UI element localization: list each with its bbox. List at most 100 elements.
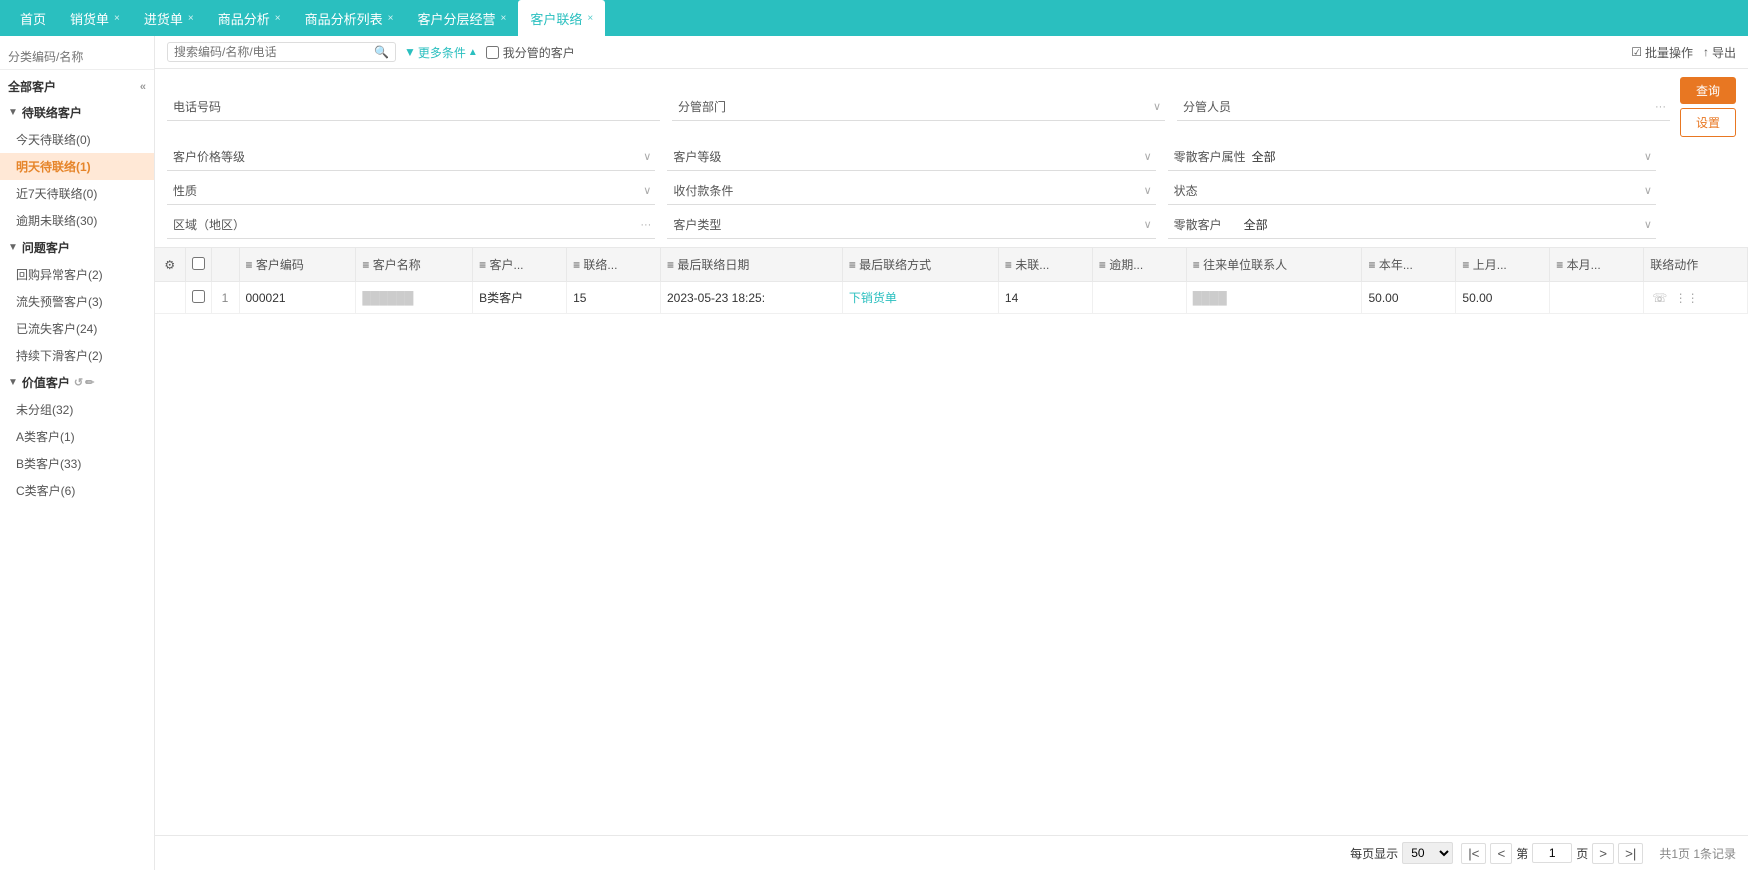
phone-label: 电话号码 <box>173 98 233 115</box>
close-purchase-order-icon[interactable]: × <box>188 13 194 24</box>
sidebar-class-c[interactable]: C类客户(6) <box>0 477 154 504</box>
col-gear[interactable]: ⚙ <box>155 248 185 282</box>
col-last-month[interactable]: ≡ 上月... <box>1456 248 1550 282</box>
col-no-contact[interactable]: ≡ 未联... <box>998 248 1092 282</box>
sidebar-overdue-pending[interactable]: 逾期未联络(30) <box>0 207 154 234</box>
pending-section-label: 待联络客户 <box>22 104 82 121</box>
col-name-sort-icon: ≡ <box>362 258 369 272</box>
sidebar-class-b[interactable]: B类客户(33) <box>0 450 154 477</box>
payment-dropdown-icon: ∨ <box>1144 184 1152 197</box>
value-refresh-icon[interactable]: ↺ <box>74 376 83 389</box>
col-unit-contact[interactable]: ≡ 往来单位联系人 <box>1186 248 1362 282</box>
query-btn[interactable]: 查询 <box>1680 77 1736 104</box>
sidebar-pending-header[interactable]: ▼ 待联络客户 <box>0 99 154 126</box>
export-btn[interactable]: ↑ 导出 <box>1703 44 1736 61</box>
row-last-month: 50.00 <box>1456 282 1550 314</box>
my-customers-checkbox-wrap[interactable]: 我分管的客户 <box>486 44 575 61</box>
first-page-btn[interactable]: |< <box>1461 843 1486 864</box>
more-conditions-btn[interactable]: ▼ 更多条件 ▲ <box>404 44 478 61</box>
price-level-dropdown-icon: ∨ <box>643 150 651 163</box>
sidebar-7days-pending[interactable]: 近7天待联络(0) <box>0 180 154 207</box>
page-suffix-label: 页 <box>1576 845 1588 862</box>
sidebar-churned[interactable]: 已流失客户(24) <box>0 315 154 342</box>
sidebar-declining[interactable]: 持续下滑客户(2) <box>0 342 154 369</box>
nav-home[interactable]: 首页 <box>8 0 58 36</box>
close-product-analysis-list-icon[interactable]: × <box>388 13 394 24</box>
adv-filter-row2: 客户价格等级 ∨ 客户等级 ∨ 零散客户属性 全部 ∨ <box>167 143 1736 171</box>
nav-sales-order[interactable]: 销货单 × <box>58 0 132 36</box>
settings-btn[interactable]: 设置 <box>1680 108 1736 137</box>
person-filter[interactable]: 分管人员 ··· <box>1177 93 1670 121</box>
nav-customer-contact[interactable]: 客户联络 × <box>518 0 605 36</box>
close-customer-contact-icon[interactable]: × <box>587 13 593 24</box>
row-last-contact-method[interactable]: 下销货单 <box>842 282 998 314</box>
sidebar-value-header[interactable]: ▼ 价值客户 ↺ ✏ <box>0 369 154 396</box>
nav-customer-segmentation[interactable]: 客户分层经营 × <box>405 0 518 36</box>
my-customers-checkbox[interactable] <box>486 46 499 59</box>
batch-action-btn[interactable]: ☑ 批量操作 <box>1631 44 1693 61</box>
nav-purchase-order[interactable]: 进货单 × <box>132 0 206 36</box>
per-page-select[interactable]: 50 100 200 <box>1402 842 1453 864</box>
col-overdue[interactable]: ≡ 逾期... <box>1092 248 1186 282</box>
prev-page-btn[interactable]: < <box>1490 843 1512 864</box>
status-filter[interactable]: 状态 ∨ <box>1168 177 1656 205</box>
row-select-checkbox[interactable] <box>192 290 205 303</box>
row-contacts: 15 <box>567 282 661 314</box>
last-page-btn[interactable]: >| <box>1618 843 1643 864</box>
value-edit-icon[interactable]: ✏ <box>85 376 94 389</box>
row-last-contact-date: 2023-05-23 18:25: <box>660 282 842 314</box>
payment-filter[interactable]: 收付款条件 ∨ <box>667 177 1155 205</box>
nav-product-analysis-list[interactable]: 商品分析列表 × <box>293 0 406 36</box>
col-customer-code[interactable]: ≡ 客户编码 <box>239 248 356 282</box>
col-this-month-sort-icon: ≡ <box>1556 258 1563 272</box>
table-area: ⚙ ≡ 客户编码 ≡ 客户名称 <box>155 248 1748 835</box>
person-more-icon[interactable]: ··· <box>1655 101 1666 113</box>
close-customer-segmentation-icon[interactable]: × <box>500 13 506 24</box>
select-all-checkbox[interactable] <box>192 257 205 270</box>
sidebar-search-input[interactable] <box>8 50 155 64</box>
sidebar-churn-warning[interactable]: 流失预警客户(3) <box>0 288 154 315</box>
sidebar-class-a[interactable]: A类客户(1) <box>0 423 154 450</box>
filter-action-btns: 查询 设置 <box>1670 77 1736 137</box>
price-level-filter[interactable]: 客户价格等级 ∨ <box>167 143 655 171</box>
price-level-label: 客户价格等级 <box>173 148 245 165</box>
customer-level-filter[interactable]: 客户等级 ∨ <box>667 143 1155 171</box>
contact-action-icon[interactable]: ☏ <box>1652 291 1667 305</box>
search-submit-icon[interactable]: 🔍 <box>374 45 389 59</box>
retail-attr-filter[interactable]: 零散客户属性 全部 ∨ <box>1168 143 1656 171</box>
sidebar-problem-header[interactable]: ▼ 问题客户 <box>0 234 154 261</box>
col-customer-type[interactable]: ≡ 客户... <box>473 248 567 282</box>
customer-type-filter[interactable]: 客户类型 ∨ <box>667 211 1155 239</box>
close-product-analysis-icon[interactable]: × <box>275 13 281 24</box>
sidebar-abnormal-repurchase[interactable]: 回购异常客户(2) <box>0 261 154 288</box>
row-checkbox[interactable] <box>185 282 211 314</box>
col-no-contact-sort-icon: ≡ <box>1005 258 1012 272</box>
col-this-month[interactable]: ≡ 本月... <box>1550 248 1644 282</box>
sidebar-ungrouped[interactable]: 未分组(32) <box>0 396 154 423</box>
sidebar-all-customers[interactable]: 全部客户 « <box>0 74 154 99</box>
next-page-btn[interactable]: > <box>1592 843 1614 864</box>
page-number-input[interactable] <box>1532 843 1572 863</box>
col-checkbox[interactable] <box>185 248 211 282</box>
sidebar-tomorrow-pending[interactable]: 明天待联络(1) <box>0 153 154 180</box>
retail2-filter[interactable]: 零散客户 全部 ∨ <box>1168 211 1656 239</box>
more-action-icon[interactable]: ⋮⋮ <box>1675 291 1699 305</box>
col-overdue-sort-icon: ≡ <box>1099 258 1106 272</box>
phone-filter[interactable]: 电话号码 <box>167 93 660 121</box>
dept-filter[interactable]: 分管部门 ∨ <box>672 93 1165 121</box>
search-input[interactable] <box>174 45 374 59</box>
gear-settings-icon[interactable]: ⚙ <box>164 258 175 272</box>
row-type: B类客户 <box>473 282 567 314</box>
nature-filter[interactable]: 性质 ∨ <box>167 177 655 205</box>
col-last-contact-date[interactable]: ≡ 最后联络日期 <box>660 248 842 282</box>
close-sales-order-icon[interactable]: × <box>114 13 120 24</box>
col-last-contact-method[interactable]: ≡ 最后联络方式 <box>842 248 998 282</box>
nav-product-analysis[interactable]: 商品分析 × <box>206 0 293 36</box>
col-this-year[interactable]: ≡ 本年... <box>1362 248 1456 282</box>
area-filter[interactable]: 区域（地区） ··· <box>167 211 655 239</box>
sidebar-today-pending[interactable]: 今天待联络(0) <box>0 126 154 153</box>
person-label: 分管人员 <box>1183 98 1243 115</box>
col-customer-name[interactable]: ≡ 客户名称 <box>356 248 473 282</box>
col-contacts[interactable]: ≡ 联络... <box>567 248 661 282</box>
area-more-icon[interactable]: ··· <box>640 219 651 231</box>
